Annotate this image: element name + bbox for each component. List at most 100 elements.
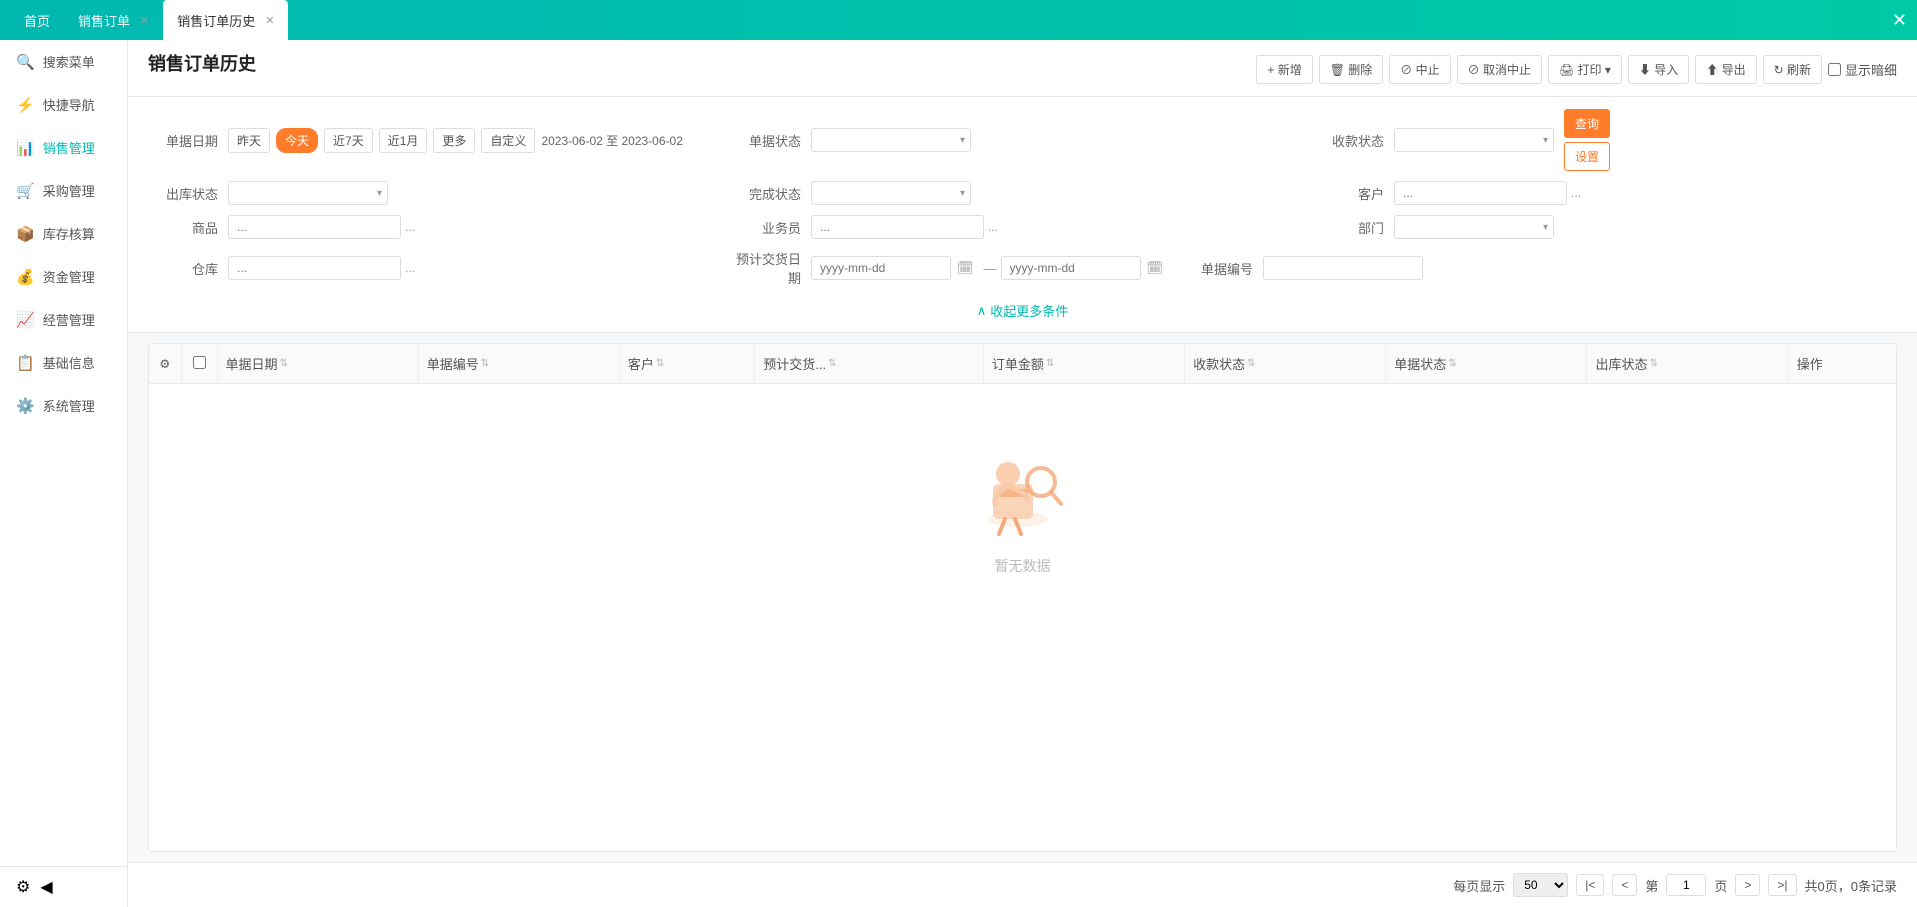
page-unit: 页 xyxy=(1714,876,1727,895)
sidebar-item-sales-mgmt[interactable]: 📊 销售管理 xyxy=(0,126,127,169)
finance-icon: 💰 xyxy=(16,268,35,286)
tab-sales-order-close[interactable]: ✕ xyxy=(140,14,149,27)
customer-cell: 客户 ... xyxy=(1314,181,1897,205)
prev-page-button[interactable]: < xyxy=(1612,874,1637,896)
date-yesterday-btn[interactable]: 昨天 xyxy=(228,128,270,153)
warehouse-input[interactable] xyxy=(228,256,401,280)
salesperson-more[interactable]: ... xyxy=(984,220,1002,234)
top-bar-right: ✕ xyxy=(1892,10,1907,31)
col-customer-sort[interactable]: ⇅ xyxy=(656,358,664,369)
goods-input[interactable] xyxy=(228,215,401,239)
salesperson-cell: 业务员 ... xyxy=(731,215,1314,239)
date-last7-btn[interactable]: 近7天 xyxy=(324,128,373,153)
col-bill-no-sort[interactable]: ⇅ xyxy=(481,358,489,369)
display-columns-checkbox[interactable] xyxy=(1828,63,1841,76)
customer-more[interactable]: ... xyxy=(1567,186,1585,200)
tab-sales-order[interactable]: 销售订单 ✕ xyxy=(64,0,163,40)
sidebar-item-search-menu[interactable]: 🔍 搜索菜单 xyxy=(0,40,127,83)
delete-button[interactable]: 🗑 删除 xyxy=(1319,55,1384,84)
last-page-button[interactable]: >| xyxy=(1768,874,1796,896)
stop-button[interactable]: ⊘ 中止 xyxy=(1389,55,1450,84)
salesperson-input[interactable] xyxy=(811,215,984,239)
sidebar-item-operations-label: 经营管理 xyxy=(43,310,95,329)
sidebar-item-basic-info[interactable]: 📋 基础信息 xyxy=(0,341,127,384)
date-today-btn[interactable]: 今天 xyxy=(276,128,318,153)
collapse-row[interactable]: ∧ 收起更多条件 xyxy=(148,297,1897,320)
delivery-date-from[interactable] xyxy=(811,256,951,280)
complete-status-select[interactable] xyxy=(811,181,971,205)
date-label: 单据日期 xyxy=(148,131,228,150)
filter-row-2: 出库状态 ▾ 完成状态 ▾ xyxy=(148,181,1897,205)
department-cell: 部门 ▾ xyxy=(1314,215,1897,239)
new-button[interactable]: + 新增 xyxy=(1256,55,1312,84)
col-bill-status-label: 单据状态 xyxy=(1394,354,1446,373)
sidebar-item-quick-nav-label: 快捷导航 xyxy=(43,95,95,114)
col-order-amount-sort[interactable]: ⇅ xyxy=(1046,358,1054,369)
col-expected-delivery-sort[interactable]: ⇅ xyxy=(828,358,836,369)
page-number-input[interactable] xyxy=(1666,874,1706,896)
col-bill-status: 单据状态⇅ xyxy=(1386,344,1587,384)
warehouse-label: 仓库 xyxy=(148,259,228,278)
data-table: ⚙ 单据日期⇅ 单据编号⇅ 客户⇅ 预计交货...⇅ xyxy=(149,344,1896,636)
table-settings-col[interactable]: ⚙ xyxy=(149,344,181,384)
date-last1month-btn[interactable]: 近1月 xyxy=(379,128,428,153)
sidebar-collapse-icon[interactable]: ◀ xyxy=(40,877,52,897)
filter-row-4: 仓库 ... 预计交货日期 🗓 — 🗓 单据编号 xyxy=(148,249,1897,287)
bill-no-input[interactable] xyxy=(1263,256,1423,280)
salesperson-label: 业务员 xyxy=(731,218,811,237)
sidebar-item-operations[interactable]: 📈 经营管理 xyxy=(0,298,127,341)
department-select[interactable] xyxy=(1394,215,1554,239)
sidebar-settings-icon[interactable]: ⚙ xyxy=(16,877,30,897)
sidebar-item-quick-nav[interactable]: ⚡ 快捷导航 xyxy=(0,83,127,126)
export-button[interactable]: ⬆ 导出 xyxy=(1695,55,1756,84)
col-expected-delivery: 预计交货...⇅ xyxy=(755,344,984,384)
col-bill-date-sort[interactable]: ⇅ xyxy=(280,358,288,369)
content-area: 销售订单历史 + 新增 🗑 删除 ⊘ 中止 ⊘ 取消中止 🖨 打印 ▾ ⬇ 导入… xyxy=(128,40,1917,907)
refresh-button[interactable]: ↻ 刷新 xyxy=(1763,55,1822,84)
cancel-stop-button[interactable]: ⊘ 取消中止 xyxy=(1457,55,1542,84)
col-payment-status-sort[interactable]: ⇅ xyxy=(1247,358,1255,369)
sidebar-item-finance[interactable]: 💰 资金管理 xyxy=(0,255,127,298)
print-button[interactable]: 🖨 打印 ▾ xyxy=(1548,55,1622,84)
customer-input[interactable] xyxy=(1394,181,1567,205)
warehouse-more[interactable]: ... xyxy=(401,261,419,275)
date-custom-btn[interactable]: 自定义 xyxy=(481,128,535,153)
payment-status-cell: 收款状态 ▾ 查询 设置 xyxy=(1314,109,1897,171)
bill-status-select[interactable] xyxy=(811,128,971,152)
date-filter-cell: 单据日期 昨天 今天 近7天 近1月 更多 自定义 2023-06-02 至 2… xyxy=(148,128,731,153)
sidebar-item-search-menu-label: 搜索菜单 xyxy=(43,52,95,71)
delivery-date-to[interactable] xyxy=(1001,256,1141,280)
col-payment-status: 收款状态⇅ xyxy=(1185,344,1386,384)
select-all-checkbox[interactable] xyxy=(193,356,206,369)
sidebar-item-inventory[interactable]: 📦 库存核算 xyxy=(0,212,127,255)
import-button[interactable]: ⬇ 导入 xyxy=(1628,55,1689,84)
tab-home[interactable]: 首页 xyxy=(10,0,64,40)
tab-sales-order-history[interactable]: 销售订单历史 ✕ xyxy=(163,0,288,40)
out-status-select[interactable] xyxy=(228,181,388,205)
col-out-status-label: 出库状态 xyxy=(1595,354,1647,373)
col-order-amount: 订单金额⇅ xyxy=(983,344,1184,384)
sidebar-item-purchase-mgmt[interactable]: 🛒 采购管理 xyxy=(0,169,127,212)
tab-sales-order-history-close[interactable]: ✕ xyxy=(265,14,274,27)
first-page-button[interactable]: |< xyxy=(1576,874,1604,896)
settings-button[interactable]: 设置 xyxy=(1564,142,1610,171)
table-header-row: ⚙ 单据日期⇅ 单据编号⇅ 客户⇅ 预计交货...⇅ xyxy=(149,344,1896,384)
delivery-date-label: 预计交货日期 xyxy=(731,249,811,287)
display-columns-toggle[interactable]: 显示暗细 xyxy=(1828,60,1897,79)
department-wrapper: ▾ xyxy=(1394,215,1554,239)
checkbox-col[interactable] xyxy=(181,344,217,384)
col-bill-status-sort[interactable]: ⇅ xyxy=(1448,358,1456,369)
window-close-icon[interactable]: ✕ xyxy=(1892,10,1907,31)
goods-label: 商品 xyxy=(148,218,228,237)
goods-more[interactable]: ... xyxy=(401,220,419,234)
col-out-status-sort[interactable]: ⇅ xyxy=(1650,358,1658,369)
sidebar-item-sys-mgmt[interactable]: ⚙️ 系统管理 xyxy=(0,384,127,427)
next-page-button[interactable]: > xyxy=(1735,874,1760,896)
query-button[interactable]: 查询 xyxy=(1564,109,1610,138)
page-size-select[interactable]: 50 10 20 100 xyxy=(1513,873,1568,897)
payment-status-select[interactable] xyxy=(1394,128,1554,152)
tab-sales-order-history-label: 销售订单历史 xyxy=(177,11,255,30)
date-more-btn[interactable]: 更多 xyxy=(433,128,475,153)
empty-state: 暂无数据 xyxy=(149,384,1896,636)
empty-illustration xyxy=(963,444,1083,544)
